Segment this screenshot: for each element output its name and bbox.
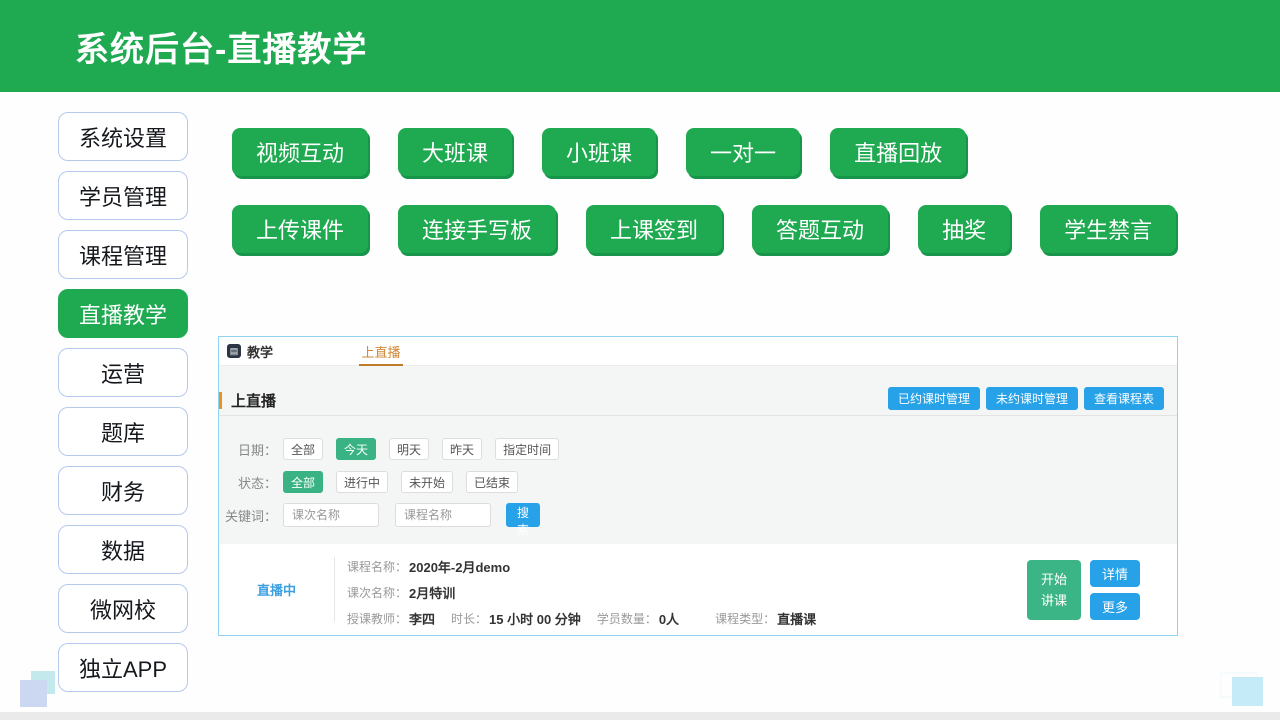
section-accent-bar [219, 392, 222, 409]
feature-buttons-row-2: 上传课件 连接手写板 上课签到 答题互动 抽奖 学生禁言 [232, 205, 1176, 253]
decor-square-cyan [1232, 677, 1263, 706]
status-filter-chips: 全部 进行中 未开始 已结束 [283, 471, 518, 493]
lesson-name-label: 课次名称： [347, 584, 407, 601]
small-class-button[interactable]: 小班课 [542, 128, 656, 176]
sidebar: 系统设置 学员管理 课程管理 直播教学 运营 题库 财务 数据 微网校 独立AP… [58, 112, 188, 692]
keyword-filter-label: 关键词： [225, 506, 277, 525]
sidebar-item-course-management[interactable]: 课程管理 [58, 230, 188, 279]
panel-actions: 已约课时管理 未约课时管理 查看课程表 [888, 387, 1164, 410]
section-divider [219, 415, 1177, 416]
duration-meta: 时长： 15 小时 00 分钟 [451, 609, 581, 628]
lesson-name-value: 2月特训 [409, 583, 455, 602]
quiz-interaction-button[interactable]: 答题互动 [752, 205, 888, 253]
duration-value: 15 小时 00 分钟 [489, 609, 581, 628]
class-signin-button[interactable]: 上课签到 [586, 205, 722, 253]
page-title: 系统后台-直播教学 [75, 22, 367, 71]
decor-square-lavender [20, 680, 47, 707]
large-class-button[interactable]: 大班课 [398, 128, 512, 176]
section-title: 上直播 [231, 390, 276, 411]
view-timetable-button[interactable]: 查看课程表 [1084, 387, 1164, 410]
date-filter-row: 日期： 全部 今天 明天 昨天 指定时间 [225, 437, 559, 461]
page-header: 系统后台-直播教学 [0, 0, 1280, 92]
teacher-meta: 授课教师： 李四 [347, 609, 435, 628]
status-chip-not-started[interactable]: 未开始 [401, 471, 453, 493]
lesson-name-line: 课次名称： 2月特训 [347, 581, 816, 603]
teacher-label: 授课教师： [347, 610, 407, 627]
student-count-value: 0人 [659, 609, 679, 628]
teacher-value: 李四 [409, 609, 435, 628]
course-name-input[interactable] [395, 503, 491, 527]
unbooked-hours-button[interactable]: 未约课时管理 [986, 387, 1078, 410]
sidebar-item-operations[interactable]: 运营 [58, 348, 188, 397]
sidebar-item-micro-school[interactable]: 微网校 [58, 584, 188, 633]
sidebar-item-live-teaching[interactable]: 直播教学 [58, 289, 188, 338]
section-header: 上直播 [219, 390, 276, 411]
course-details: 课程名称： 2020年-2月demo 课次名称： 2月特训 授课教师： 李四 时… [347, 555, 816, 633]
start-teaching-button[interactable]: 开始讲课 [1027, 560, 1081, 620]
booked-hours-button[interactable]: 已约课时管理 [888, 387, 980, 410]
date-chip-tomorrow[interactable]: 明天 [389, 438, 429, 460]
sidebar-item-question-bank[interactable]: 题库 [58, 407, 188, 456]
date-chip-custom-time[interactable]: 指定时间 [495, 438, 559, 460]
date-chip-today[interactable]: 今天 [336, 438, 376, 460]
live-status-badge: 直播中 [219, 544, 334, 635]
panel-tabbar: ▤ 教学 上直播 [219, 337, 1177, 366]
status-chip-all[interactable]: 全部 [283, 471, 323, 493]
course-name-value: 2020年-2月demo [409, 557, 510, 576]
sidebar-item-finance[interactable]: 财务 [58, 466, 188, 515]
status-chip-in-progress[interactable]: 进行中 [336, 471, 388, 493]
sidebar-item-standalone-app[interactable]: 独立APP [58, 643, 188, 692]
course-name-line: 课程名称： 2020年-2月demo [347, 555, 816, 577]
sidebar-item-system-settings[interactable]: 系统设置 [58, 112, 188, 161]
date-chip-yesterday[interactable]: 昨天 [442, 438, 482, 460]
course-name-label: 课程名称： [347, 558, 407, 575]
student-count-meta: 学员数量： 0人 [597, 609, 679, 628]
date-filter-chips: 全部 今天 明天 昨天 指定时间 [283, 438, 559, 460]
course-type-value: 直播课 [777, 609, 816, 628]
sidebar-item-student-management[interactable]: 学员管理 [58, 171, 188, 220]
keyword-filter-row: 关键词： 搜索 [225, 503, 540, 527]
live-replay-button[interactable]: 直播回放 [830, 128, 966, 176]
search-button[interactable]: 搜索 [506, 503, 540, 527]
lottery-button[interactable]: 抽奖 [918, 205, 1010, 253]
lesson-name-input[interactable] [283, 503, 379, 527]
course-type-label: 课程类型： [715, 610, 775, 627]
more-button[interactable]: 更多 [1090, 593, 1140, 620]
student-count-label: 学员数量： [597, 610, 657, 627]
row-secondary-actions: 详情 更多 [1090, 560, 1140, 620]
tab-go-live[interactable]: 上直播 [359, 337, 403, 366]
duration-label: 时长： [451, 610, 487, 627]
teaching-app-icon: ▤ [227, 344, 241, 358]
course-type-meta: 课程类型： 直播课 [715, 609, 816, 628]
student-mute-button[interactable]: 学生禁言 [1040, 205, 1176, 253]
status-filter-row: 状态： 全部 进行中 未开始 已结束 [225, 470, 518, 494]
course-row: 直播中 课程名称： 2020年-2月demo 课次名称： 2月特训 授课教师： … [219, 544, 1177, 635]
bottom-strip [0, 712, 1280, 720]
one-on-one-button[interactable]: 一对一 [686, 128, 800, 176]
sidebar-item-data[interactable]: 数据 [58, 525, 188, 574]
connect-tablet-button[interactable]: 连接手写板 [398, 205, 556, 253]
feature-buttons-row-1: 视频互动 大班课 小班课 一对一 直播回放 [232, 128, 966, 176]
live-admin-panel: ▤ 教学 上直播 上直播 已约课时管理 未约课时管理 查看课程表 日期： 全部 … [218, 336, 1178, 636]
panel-app-title: 教学 [247, 342, 273, 361]
course-meta-line: 授课教师： 李四 时长： 15 小时 00 分钟 学员数量： 0人 课程类型： … [347, 607, 816, 629]
status-filter-label: 状态： [225, 473, 277, 492]
vertical-divider [334, 557, 335, 622]
video-interaction-button[interactable]: 视频互动 [232, 128, 368, 176]
date-filter-label: 日期： [225, 440, 277, 459]
upload-courseware-button[interactable]: 上传课件 [232, 205, 368, 253]
status-chip-ended[interactable]: 已结束 [466, 471, 518, 493]
details-button[interactable]: 详情 [1090, 560, 1140, 587]
date-chip-all[interactable]: 全部 [283, 438, 323, 460]
